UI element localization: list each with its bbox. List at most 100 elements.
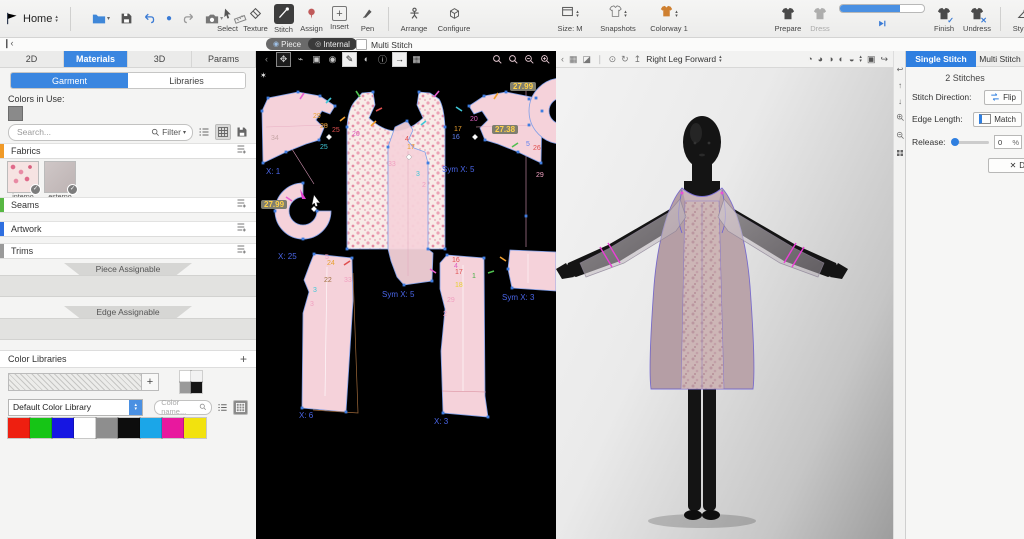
color-library-select[interactable]: Default Color Library ▴ ▾ — [8, 398, 144, 416]
piece-mode-option[interactable]: ◉ Piece — [266, 38, 308, 50]
pattern-canvas[interactable] — [256, 51, 556, 539]
tab-params[interactable]: Params — [192, 51, 256, 67]
multi-stitch-toggle[interactable]: Multi Stitch — [356, 39, 413, 50]
color-libraries-header[interactable]: Color Libraries + — [0, 350, 256, 368]
seams-section-header[interactable]: Seams — [0, 197, 256, 213]
redo-icon[interactable] — [182, 12, 195, 25]
view-stepper-icon[interactable]: ▴ ▾ — [859, 55, 862, 64]
window-layout-icon[interactable]: ▣ — [867, 54, 876, 65]
simulation-progress[interactable] — [839, 4, 925, 33]
info-tool-icon[interactable]: ⓘ — [376, 53, 389, 66]
filter-button[interactable]: Filter ▾ — [151, 127, 186, 137]
play-to-end-icon[interactable] — [878, 15, 887, 33]
fabric-item[interactable]: ✓ interno — [7, 161, 41, 201]
zoom-select-icon[interactable] — [491, 53, 504, 66]
colorway-control[interactable]: ▴ ▾ Colorway 1 — [644, 0, 694, 37]
select-tool-button[interactable]: Select — [214, 0, 241, 37]
color-swatch[interactable] — [139, 417, 163, 439]
add-trim-icon[interactable] — [236, 242, 248, 260]
grid-floor-icon[interactable]: ▦ — [569, 54, 578, 65]
zoom-region-icon[interactable] — [507, 53, 520, 66]
view-angle-1-icon[interactable]: ◔ — [807, 54, 812, 64]
release-value-input[interactable]: 0 % — [994, 135, 1022, 149]
export-icon[interactable] — [236, 126, 248, 138]
return-icon[interactable]: ↩ — [897, 65, 904, 74]
add-swatch-button[interactable]: + — [141, 373, 159, 391]
home-stepper[interactable]: ▴ ▾ — [55, 14, 58, 23]
color-swatch[interactable] — [183, 417, 207, 439]
add-artwork-icon[interactable] — [236, 220, 248, 238]
dress-button[interactable]: Dress — [804, 0, 836, 37]
piece-assignable-zone[interactable] — [0, 275, 256, 297]
transform-tool-icon[interactable]: ✥ — [276, 51, 291, 67]
size-control[interactable]: ▴ ▾ Size: M — [548, 0, 592, 37]
sphere-tool-icon[interactable]: ◉ — [326, 53, 339, 66]
fabric-item[interactable]: ✓ esterno — [44, 161, 78, 201]
progress-track[interactable] — [839, 4, 925, 13]
arrange-button[interactable]: Arrange — [396, 0, 432, 37]
list-view-icon[interactable] — [217, 402, 228, 413]
garment-3d-view[interactable]: ‹ ▦ ◪ ❘ ⊙ ↻ ↥ Right Leg Forward ▴ ▾ ◔ ◕ ◑… — [556, 51, 893, 539]
fabrics-section-header[interactable]: Fabrics — [0, 143, 256, 159]
pop-out-icon[interactable]: ↪ — [880, 54, 888, 65]
piece-assignable-tab[interactable]: Piece Assignable — [64, 263, 192, 275]
home-menu[interactable]: Home — [23, 13, 52, 25]
collapse-2d-icon[interactable]: ‹ — [260, 53, 273, 66]
delete-stitch-button[interactable]: ✕ Delete — [988, 158, 1024, 173]
mini-swatch[interactable] — [179, 370, 192, 383]
tab-single-stitch[interactable]: Single Stitch — [906, 51, 976, 67]
mini-swatch[interactable] — [190, 370, 203, 383]
color-swatch[interactable] — [7, 417, 31, 439]
image-tool-icon[interactable]: ▣ — [310, 53, 323, 66]
focus-icon[interactable]: ⊙ — [609, 54, 617, 65]
color-swatch[interactable] — [95, 417, 119, 439]
search-input[interactable]: Search... Filter ▾ — [8, 123, 193, 141]
zoom-out-icon[interactable] — [523, 53, 536, 66]
color-swatch[interactable] — [161, 417, 185, 439]
undo-icon[interactable] — [143, 12, 156, 25]
stitch-tool-button[interactable]: Stitch — [270, 0, 297, 37]
pose-select[interactable]: Right Leg Forward ▴ ▾ — [646, 54, 721, 64]
quad-view-icon[interactable] — [896, 149, 904, 159]
color-in-use-swatch[interactable] — [8, 106, 23, 121]
color-swatch[interactable] — [29, 417, 53, 439]
view-angle-2-icon[interactable]: ◕ — [818, 54, 823, 64]
hatched-swatch-strip[interactable] — [8, 373, 142, 391]
view-angle-4-icon[interactable]: ◐ — [839, 54, 844, 64]
edge-assignable-tab[interactable]: Edge Assignable — [64, 306, 192, 318]
tab-materials[interactable]: Materials — [64, 51, 128, 67]
artwork-section-header[interactable]: Artwork — [0, 221, 256, 237]
add-color-library-button[interactable]: + — [240, 352, 247, 366]
color-swatch[interactable] — [117, 417, 141, 439]
color-name-search[interactable]: Color name... — [154, 398, 212, 416]
assign-tool-button[interactable]: Assign — [298, 0, 325, 37]
arrow-tool-icon[interactable]: → — [392, 51, 407, 67]
finish-button[interactable]: ✓ Finish — [928, 0, 960, 37]
collapse-left-icon[interactable]: ❙‹ — [3, 38, 14, 49]
grid-view-icon[interactable] — [215, 124, 231, 140]
list-view-icon[interactable] — [198, 126, 210, 138]
release-slider-knob[interactable] — [951, 137, 959, 146]
fabric-thumbnail[interactable]: ✓ — [7, 161, 41, 195]
collapse-3d-icon[interactable]: ‹ — [561, 54, 564, 64]
move-down-icon[interactable]: ↓ — [898, 97, 902, 106]
grid-tool-icon[interactable]: ▦ — [410, 53, 423, 66]
pen-tool-button[interactable]: Pen — [354, 0, 381, 37]
contrast-tool-icon[interactable]: ◐ — [360, 53, 373, 66]
flip-button[interactable]: Flip — [984, 89, 1022, 105]
move-up-icon[interactable]: ↑ — [898, 81, 902, 90]
open-folder-icon[interactable]: ▾ — [92, 12, 110, 26]
avatar-canvas[interactable] — [556, 51, 893, 539]
mini-swatch[interactable] — [190, 381, 203, 394]
configure-button[interactable]: Configure — [433, 0, 475, 37]
rotate-icon[interactable]: ↻ — [621, 54, 629, 65]
select-stepper-icon[interactable]: ▴ ▾ — [129, 399, 143, 415]
zoom-out-icon[interactable] — [896, 131, 905, 142]
tab-libraries[interactable]: Libraries — [128, 73, 245, 88]
color-swatch[interactable] — [51, 417, 75, 439]
stitch-wand-icon[interactable]: ⌁ — [294, 53, 307, 66]
reset-view-icon[interactable]: ↥ — [634, 54, 642, 65]
multi-stitch-checkbox[interactable] — [356, 39, 367, 50]
color-swatch[interactable] — [73, 417, 97, 439]
undress-button[interactable]: ✕ Undress — [960, 0, 994, 37]
